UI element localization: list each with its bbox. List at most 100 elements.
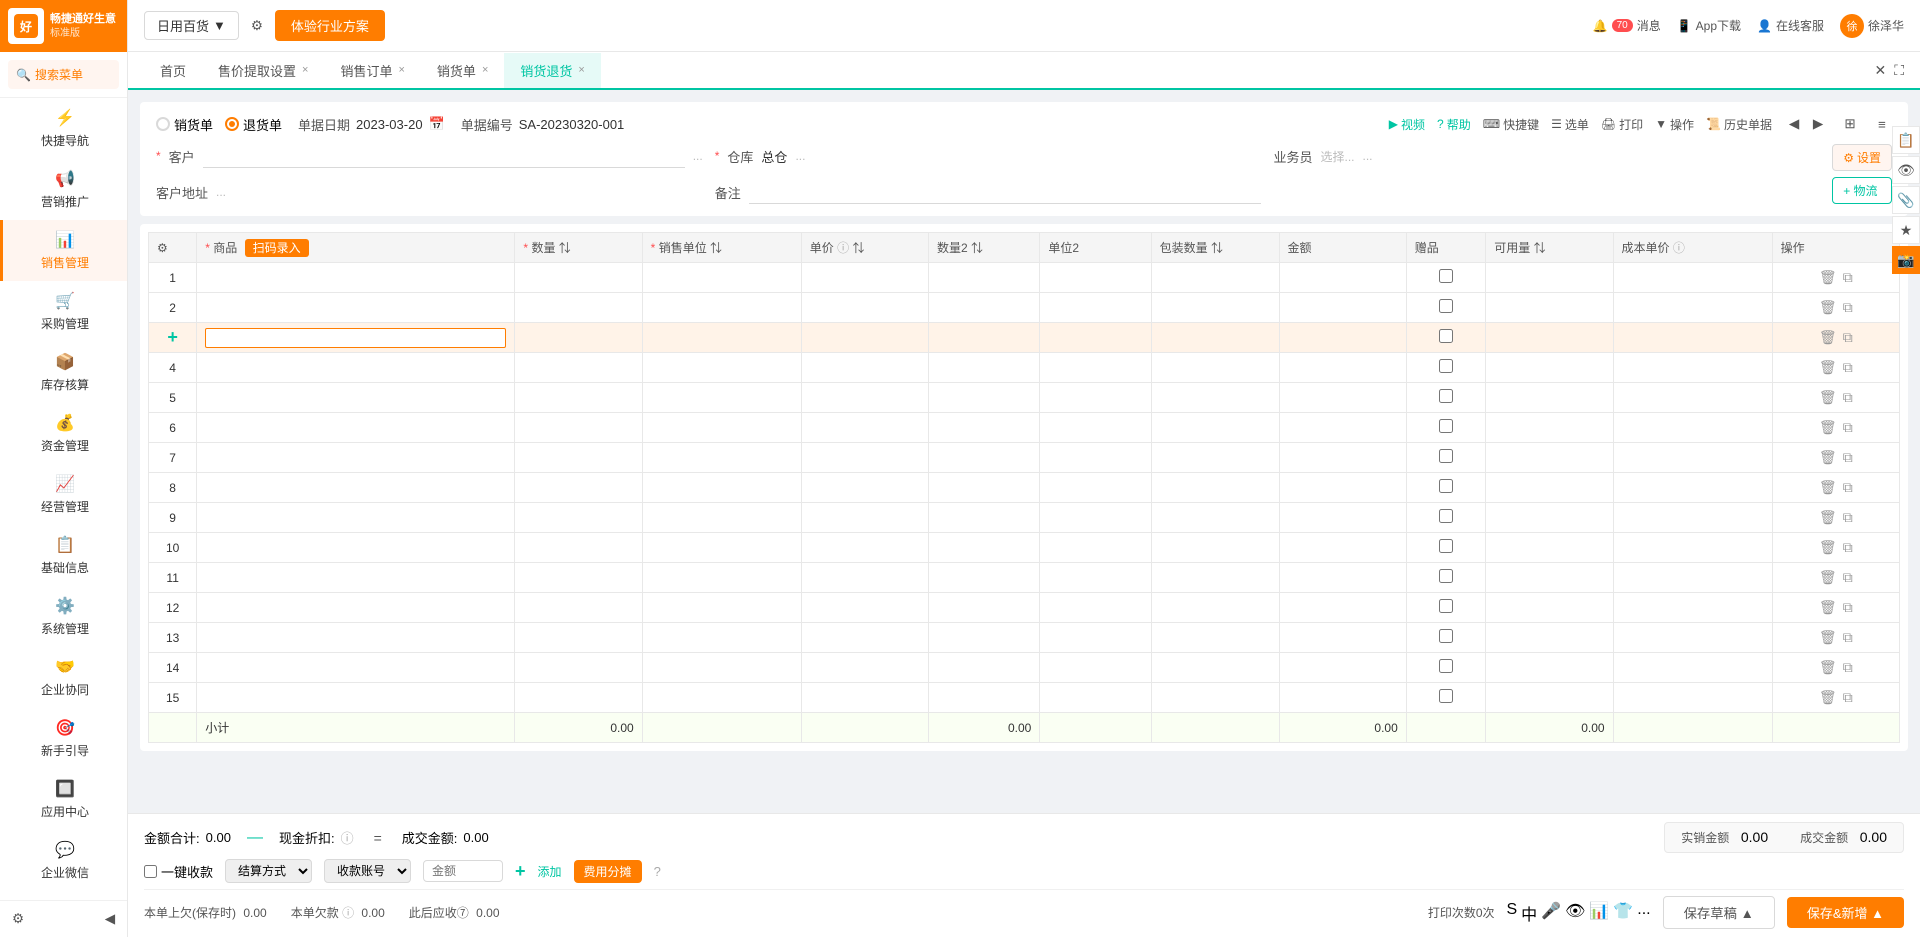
toolbar-icon-2[interactable]: 中 (1521, 901, 1537, 925)
discount-info-icon[interactable]: ⓘ (341, 828, 354, 847)
unit-price-cell-3[interactable] (801, 323, 928, 353)
cost-cell-2[interactable] (1613, 293, 1772, 323)
sidebar-item-guide[interactable]: 🎯 新手引导 (0, 708, 127, 769)
copy-row-2-btn[interactable]: ⧉ (1843, 299, 1853, 316)
one-click-payment-checkbox[interactable] (144, 865, 157, 878)
trial-plan-button[interactable]: 体验行业方案 (275, 10, 385, 41)
unit-price-cell-2[interactable] (801, 293, 928, 323)
copy-row-15-btn[interactable]: ⧉ (1843, 689, 1853, 706)
list-view-btn[interactable]: ≡ (1872, 114, 1892, 134)
add-payment-btn[interactable]: + (515, 861, 526, 882)
product-cell-1[interactable] (197, 263, 515, 293)
tab-price-settings[interactable]: 售价提取设置 × (202, 53, 324, 90)
copy-row-12-btn[interactable]: ⧉ (1843, 599, 1853, 616)
amount-input[interactable] (423, 860, 503, 882)
th-cost-info-icon[interactable]: ⓘ (1673, 241, 1685, 255)
cost-cell-1[interactable] (1613, 263, 1772, 293)
toolbar-icon-1[interactable]: S (1507, 901, 1518, 925)
address-dots[interactable]: ... (216, 185, 226, 199)
print-btn[interactable]: 🖨 打印 (1601, 116, 1643, 133)
customer-input[interactable] (203, 144, 685, 168)
th-unit-price-info-icon[interactable]: ⓘ (837, 241, 849, 255)
sidebar-search-area[interactable]: 🔍 搜索菜单 (0, 52, 127, 98)
fee-info-icon[interactable]: ? (654, 864, 661, 879)
qty2-cell-3[interactable] (928, 323, 1039, 353)
form-settings-button[interactable]: ⚙ 设置 (1832, 144, 1892, 171)
amount-cell-2[interactable] (1279, 293, 1406, 323)
unit2-cell-3[interactable] (1040, 323, 1151, 353)
logistics-button[interactable]: + 物流 (1832, 177, 1892, 204)
qty-input-1[interactable] (523, 271, 633, 285)
product-input-1[interactable] (205, 271, 506, 285)
customer-dots[interactable]: ... (693, 149, 703, 163)
sidebar-item-inventory[interactable]: 📦 库存核算 (0, 342, 127, 403)
shortcut-btn[interactable]: ⌨ 快捷键 (1483, 116, 1539, 133)
tab-sales-return[interactable]: 销货退货 × (504, 53, 600, 90)
pkg-cell-3[interactable] (1151, 323, 1279, 353)
staff-dots[interactable]: ... (1363, 149, 1373, 163)
tab-sales-delivery[interactable]: 销货单 × (421, 53, 504, 90)
delete-row-1-btn[interactable]: 🗑 (1819, 269, 1837, 286)
unit2-cell-1[interactable] (1040, 263, 1151, 293)
unit-price-cell-1[interactable] (801, 263, 928, 293)
search-menu-button[interactable]: 🔍 搜索菜单 (8, 60, 119, 89)
qty-cell-2[interactable] (515, 293, 642, 323)
remark-input[interactable] (749, 180, 1262, 204)
radio-delivery[interactable]: 销货单 (156, 115, 213, 134)
notification-item[interactable]: 🔔 70 消息 (1593, 17, 1661, 34)
amount-cell-1[interactable] (1279, 263, 1406, 293)
account-select[interactable]: 收款账号 (324, 859, 411, 883)
th-settings[interactable]: ⚙ (149, 233, 197, 263)
gift-cell-3[interactable] (1406, 323, 1486, 353)
toolbar-icon-5[interactable]: 📊 (1589, 901, 1609, 925)
one-click-payment-label[interactable]: 一键收款 (144, 862, 213, 881)
sidebar-item-finance[interactable]: 💰 资金管理 (0, 403, 127, 464)
available-cell-1[interactable] (1486, 263, 1613, 293)
sidebar-item-apps[interactable]: 🔲 应用中心 (0, 769, 127, 830)
delete-row-8-btn[interactable]: 🗑 (1819, 479, 1837, 496)
sales-unit-cell-3[interactable] (642, 323, 801, 353)
amount-cell-3[interactable] (1279, 323, 1406, 353)
pkg-cell-2[interactable] (1151, 293, 1279, 323)
qty2-cell-2[interactable] (928, 293, 1039, 323)
tab-home[interactable]: 首页 (144, 53, 202, 90)
sidebar-item-shortcuts[interactable]: ⚡ 快捷导航 (0, 98, 127, 159)
delete-row-2-btn[interactable]: 🗑 (1819, 299, 1837, 316)
fee-split-button[interactable]: 费用分摊 (574, 860, 642, 883)
sidebar-settings-btn[interactable]: ⚙ (8, 909, 28, 929)
float-btn-1[interactable]: 📋 (1892, 126, 1920, 154)
product-cell-2[interactable] (197, 293, 515, 323)
sidebar-collapse-btn[interactable]: ◀ (101, 909, 119, 929)
customer-service-item[interactable]: 👤 在线客服 (1757, 17, 1824, 34)
sidebar-item-marketing[interactable]: 📢 营销推广 (0, 159, 127, 220)
delete-row-9-btn[interactable]: 🗑 (1819, 509, 1837, 526)
operate-btn[interactable]: ▼ 操作 (1655, 116, 1694, 133)
user-profile-item[interactable]: 徐 徐泽华 (1840, 14, 1904, 38)
gift-cell-1[interactable] (1406, 263, 1486, 293)
product-input-3[interactable] (205, 328, 506, 348)
delete-row-4-btn[interactable]: 🗑 (1819, 359, 1837, 376)
product-cell-3[interactable] (197, 323, 515, 353)
th-quantity2-sort-icon[interactable]: ⇅ (971, 241, 983, 255)
toolbar-icon-7[interactable]: ... (1637, 901, 1650, 925)
copy-row-13-btn[interactable]: ⧉ (1843, 629, 1853, 646)
th-sales-unit-sort-icon[interactable]: ⇅ (710, 241, 722, 255)
copy-row-3-btn[interactable]: ⧉ (1843, 329, 1853, 346)
toolbar-icon-3[interactable]: 🎤 (1541, 901, 1561, 925)
video-btn[interactable]: ▶ 视频 (1389, 116, 1425, 133)
save-new-button[interactable]: 保存&新增 ▲ (1787, 897, 1904, 928)
sidebar-item-basic[interactable]: 📋 基础信息 (0, 525, 127, 586)
qty-cell-3[interactable] (515, 323, 642, 353)
th-unit-price-sort-icon[interactable]: ⇅ (852, 241, 864, 255)
delete-row-11-btn[interactable]: 🗑 (1819, 569, 1837, 586)
history-btn[interactable]: 📜 历史单据 (1706, 116, 1772, 133)
settings-gear-button[interactable]: ⚙ (247, 16, 267, 36)
help-btn[interactable]: ? 帮助 (1437, 116, 1471, 133)
delete-row-5-btn[interactable]: 🗑 (1819, 389, 1837, 406)
th-package-sort-icon[interactable]: ⇅ (1211, 241, 1223, 255)
pkg-cell-1[interactable] (1151, 263, 1279, 293)
warehouse-dots[interactable]: ... (795, 149, 805, 163)
staff-placeholder[interactable]: 选择... (1320, 148, 1354, 165)
sales-unit-cell-2[interactable] (642, 293, 801, 323)
toolbar-icon-4[interactable]: 👁 (1565, 901, 1585, 925)
